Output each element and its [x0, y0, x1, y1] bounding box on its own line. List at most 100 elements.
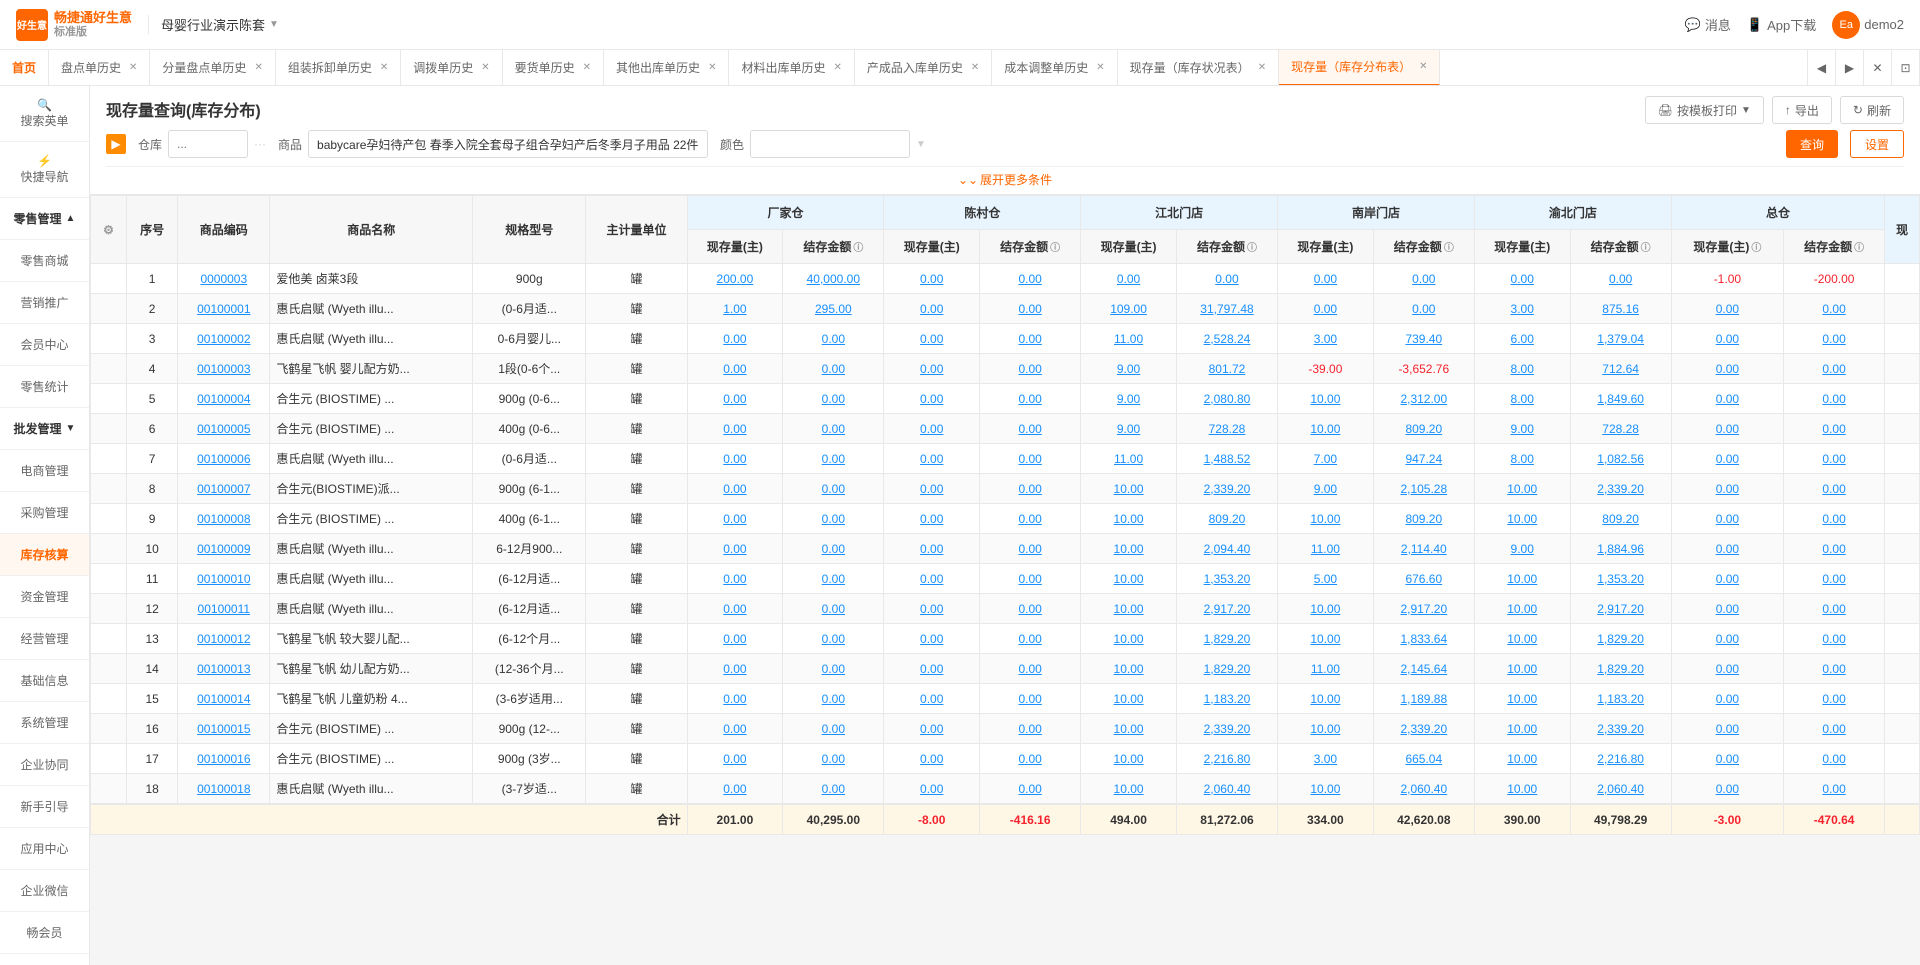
industry-selector[interactable]: 母婴行业演示陈套 ▼ [148, 15, 291, 34]
cell-yb-qty[interactable]: 10.00 [1474, 594, 1570, 624]
filter-toggle-btn[interactable]: ▶ [106, 134, 126, 154]
close-icon[interactable]: ✕ [971, 62, 979, 73]
cell-chj-qty[interactable]: 0.00 [884, 564, 980, 594]
cell-yb-qty[interactable]: 9.00 [1474, 414, 1570, 444]
cell-code[interactable]: 00100005 [178, 414, 270, 444]
close-icon[interactable]: ✕ [1096, 62, 1104, 73]
cell-yb-qty[interactable]: 10.00 [1474, 624, 1570, 654]
cell-factory-qty[interactable]: 0.00 [687, 504, 783, 534]
tab-stock-status[interactable]: 现存量（库存状况表） ✕ [1118, 50, 1279, 86]
cell-total-qty[interactable]: 0.00 [1671, 624, 1783, 654]
cell-jb-qty[interactable]: 10.00 [1081, 744, 1177, 774]
cell-na-qty[interactable]: 10.00 [1278, 714, 1374, 744]
cell-yb-qty[interactable]: 10.00 [1474, 744, 1570, 774]
sidebar-item-member[interactable]: 会员中心 [0, 324, 89, 366]
cell-chj-qty[interactable]: 0.00 [884, 654, 980, 684]
sidebar-item-search[interactable]: 🔍 搜索英单 [0, 86, 89, 142]
cell-total-qty[interactable]: 0.00 [1671, 714, 1783, 744]
cell-factory-qty[interactable]: 0.00 [687, 564, 783, 594]
cell-yb-qty[interactable]: 8.00 [1474, 384, 1570, 414]
sidebar-item-wholesale[interactable]: 批发管理 ▼ [0, 408, 89, 450]
cell-factory-qty[interactable]: 0.00 [687, 414, 783, 444]
cell-code[interactable]: 00100013 [178, 654, 270, 684]
sidebar-item-inventory[interactable]: 库存核算 [0, 534, 89, 576]
cell-factory-qty[interactable]: 1.00 [687, 294, 783, 324]
cell-chj-qty[interactable]: 0.00 [884, 294, 980, 324]
sidebar-item-retail-mall[interactable]: 零售商城 [0, 240, 89, 282]
tab-stock-dist[interactable]: 现存量（库存分布表） ✕ [1279, 50, 1440, 86]
cell-chj-qty[interactable]: 0.00 [884, 384, 980, 414]
cell-na-qty[interactable]: 11.00 [1278, 534, 1374, 564]
cell-jb-qty[interactable]: 10.00 [1081, 594, 1177, 624]
cell-total-qty[interactable]: 0.00 [1671, 594, 1783, 624]
cell-na-qty[interactable]: 10.00 [1278, 414, 1374, 444]
cell-jb-qty[interactable]: 9.00 [1081, 354, 1177, 384]
close-icon[interactable]: ✕ [833, 62, 841, 73]
cell-jb-qty[interactable]: 109.00 [1081, 294, 1177, 324]
cell-factory-qty[interactable]: 0.00 [687, 684, 783, 714]
tab-other-out[interactable]: 其他出库单历史 ✕ [604, 50, 729, 86]
cell-na-qty[interactable]: 3.00 [1278, 324, 1374, 354]
cell-code[interactable]: 00100003 [178, 354, 270, 384]
cell-yb-qty[interactable]: 10.00 [1474, 654, 1570, 684]
print-btn[interactable]: 🖨 按模板打印 ▼ [1645, 96, 1764, 124]
user-area[interactable]: Ea demo2 [1832, 11, 1904, 39]
sidebar-item-finance[interactable]: 资金管理 [0, 576, 89, 618]
cell-code[interactable]: 00100018 [178, 774, 270, 805]
close-icon[interactable]: ✕ [254, 62, 262, 73]
sidebar-item-newbie[interactable]: 新手引导 [0, 786, 89, 828]
cell-code[interactable]: 00100011 [178, 594, 270, 624]
cell-factory-qty[interactable]: 0.00 [687, 654, 783, 684]
cell-jb-qty[interactable]: 10.00 [1081, 504, 1177, 534]
cell-jb-qty[interactable]: 9.00 [1081, 414, 1177, 444]
export-btn[interactable]: ↑ 导出 [1772, 96, 1832, 124]
settings-btn[interactable]: 设置 [1850, 130, 1904, 158]
cell-na-qty[interactable]: 10.00 [1278, 684, 1374, 714]
cell-yb-qty[interactable]: 3.00 [1474, 294, 1570, 324]
cell-na-qty[interactable]: 0.00 [1278, 264, 1374, 294]
color-arrow-down-icon[interactable]: ▼ [916, 139, 926, 150]
refresh-btn[interactable]: ↻ 刷新 [1840, 96, 1904, 124]
cell-yb-qty[interactable]: 6.00 [1474, 324, 1570, 354]
cell-total-qty[interactable]: 0.00 [1671, 414, 1783, 444]
sidebar-item-member2[interactable]: 畅会员 [0, 912, 89, 954]
cell-na-qty[interactable]: 10.00 [1278, 594, 1374, 624]
tab-next-btn[interactable]: ▶ [1836, 50, 1864, 86]
cell-chj-qty[interactable]: 0.00 [884, 594, 980, 624]
cell-factory-qty[interactable]: 0.00 [687, 474, 783, 504]
cell-code[interactable]: 00100006 [178, 444, 270, 474]
close-icon[interactable]: ✕ [1419, 61, 1427, 72]
cell-factory-qty[interactable]: 0.00 [687, 354, 783, 384]
cell-na-qty[interactable]: 10.00 [1278, 624, 1374, 654]
cell-yb-qty[interactable]: 8.00 [1474, 354, 1570, 384]
cell-jb-qty[interactable]: 10.00 [1081, 654, 1177, 684]
cell-code[interactable]: 00100016 [178, 744, 270, 774]
cell-code[interactable]: 00100002 [178, 324, 270, 354]
cell-jb-qty[interactable]: 10.00 [1081, 474, 1177, 504]
cell-chj-qty[interactable]: 0.00 [884, 504, 980, 534]
cell-yb-qty[interactable]: 10.00 [1474, 504, 1570, 534]
cell-jb-qty[interactable]: 11.00 [1081, 324, 1177, 354]
warehouse-input[interactable] [168, 130, 248, 158]
cell-factory-qty[interactable]: 0.00 [687, 384, 783, 414]
cell-na-qty[interactable]: 10.00 [1278, 384, 1374, 414]
cell-factory-qty[interactable]: 0.00 [687, 534, 783, 564]
cell-chj-qty[interactable]: 0.00 [884, 324, 980, 354]
close-icon[interactable]: ✕ [708, 62, 716, 73]
cell-total-qty[interactable]: 0.00 [1671, 444, 1783, 474]
sidebar-item-retail-stats[interactable]: 零售统计 [0, 366, 89, 408]
cell-total-qty[interactable]: 0.00 [1671, 774, 1783, 805]
app-download-btn[interactable]: 📱 App下载 [1747, 15, 1816, 34]
cell-yb-qty[interactable]: 10.00 [1474, 774, 1570, 805]
cell-total-qty[interactable]: 0.00 [1671, 654, 1783, 684]
sidebar-item-system[interactable]: 系统管理 [0, 702, 89, 744]
close-icon[interactable]: ✕ [481, 62, 489, 73]
cell-total-qty[interactable]: 0.00 [1671, 744, 1783, 774]
cell-factory-qty[interactable]: 0.00 [687, 444, 783, 474]
cell-factory-qty[interactable]: 0.00 [687, 714, 783, 744]
cell-yb-qty[interactable]: 10.00 [1474, 474, 1570, 504]
cell-total-qty[interactable]: 0.00 [1671, 504, 1783, 534]
cell-total-qty[interactable]: 0.00 [1671, 564, 1783, 594]
sidebar-item-marketing[interactable]: 营销推广 [0, 282, 89, 324]
cell-code[interactable]: 00100014 [178, 684, 270, 714]
